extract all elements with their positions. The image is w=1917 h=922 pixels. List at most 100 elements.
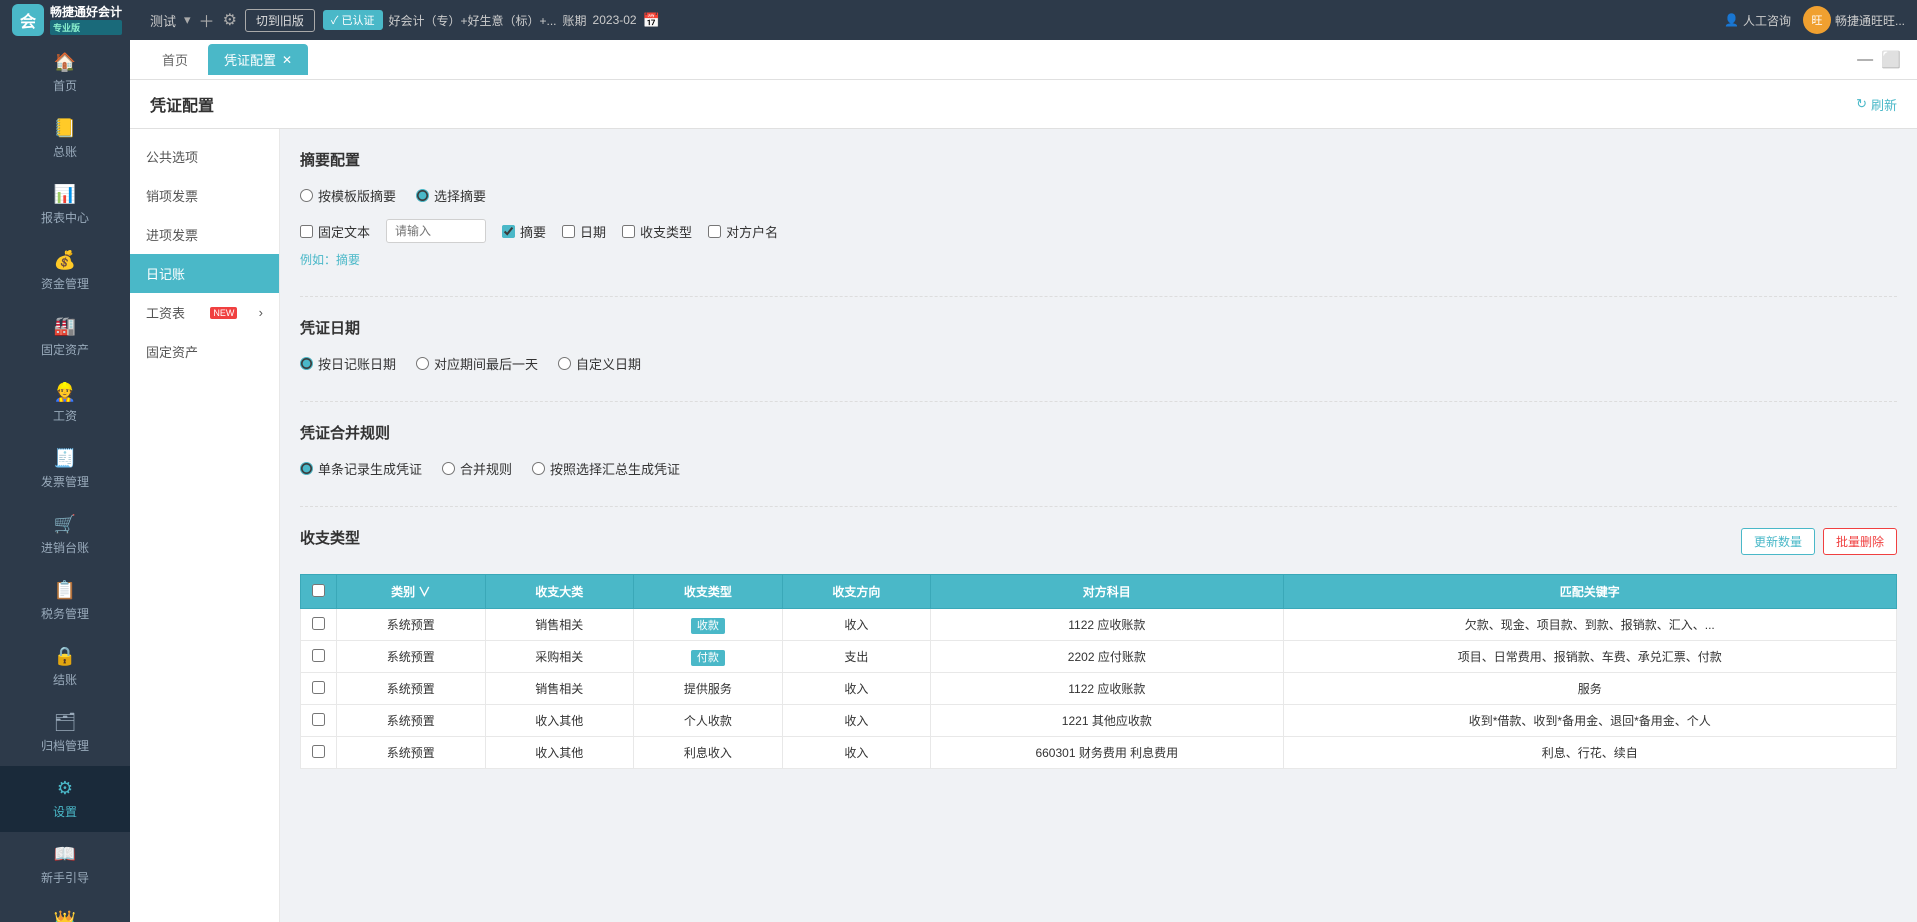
cell-keywords-0: 欠款、现金、项目款、到款、报销款、汇入、... [1283, 609, 1897, 641]
sidebar-label-funds: 资金管理 [41, 275, 89, 292]
config-area: 摘要配置 按模板版摘要 选择摘要 [280, 129, 1917, 922]
row-checkbox-3[interactable] [312, 713, 325, 726]
sidebar-label-settings: 设置 [53, 803, 77, 820]
radio-template-label: 按模板版摘要 [318, 186, 396, 205]
sidebar-label-home: 首页 [53, 77, 77, 94]
cell-account-4: 660301 财务费用 利息费用 [931, 737, 1283, 769]
nav-item-purchase-invoice[interactable]: 进项发票 [130, 215, 279, 254]
cell-category-0: 系统预置 [337, 609, 486, 641]
nav-item-journal[interactable]: 日记账 [130, 254, 279, 293]
table-row: 系统预置销售相关提供服务收入1122 应收账款服务 [301, 673, 1897, 705]
radio-template-summary[interactable]: 按模板版摘要 [300, 186, 396, 205]
maximize-button[interactable]: ⬜ [1881, 50, 1901, 70]
minimize-button[interactable]: — [1857, 50, 1873, 70]
cell-direction-3: 收入 [782, 705, 931, 737]
cell-keywords-2: 服务 [1283, 673, 1897, 705]
radio-custom-date-label: 自定义日期 [576, 354, 641, 373]
row-checkbox-2[interactable] [312, 681, 325, 694]
update-button[interactable]: 更新数量 [1741, 528, 1815, 555]
batch-delete-button[interactable]: 批量删除 [1823, 528, 1897, 555]
check-income-type-label: 收支类型 [640, 222, 692, 241]
add-icon[interactable]: ＋ [199, 8, 215, 32]
tab-voucher-config[interactable]: 凭证配置 ✕ [208, 44, 308, 75]
workspace-arrow-icon[interactable]: ▾ [184, 12, 191, 28]
sidebar-item-funds[interactable]: 💰 资金管理 [0, 238, 130, 304]
cell-account-0: 1122 应收账款 [931, 609, 1283, 641]
topbar: 会 畅捷通好会计 专业版 测试 ▾ ＋ ⚙ 切到旧版 ✓ 已认证 好会计（专）+… [0, 0, 1917, 40]
row-checkbox-1[interactable] [312, 649, 325, 662]
cell-account-2: 1122 应收账款 [931, 673, 1283, 705]
cell-major-2: 销售相关 [485, 673, 634, 705]
radio-custom-date[interactable]: 自定义日期 [558, 354, 641, 373]
divider-3 [300, 506, 1897, 507]
calendar-icon[interactable]: 📅 [643, 12, 660, 29]
type-badge-0[interactable]: 收款 [691, 618, 725, 634]
check-counterpart-label: 对方户名 [726, 222, 778, 241]
check-date-label: 日期 [580, 222, 606, 241]
row-checkbox-4[interactable] [312, 745, 325, 758]
sidebar-label-invoice: 发票管理 [41, 473, 89, 490]
user-area[interactable]: 旺 畅捷通旺旺... [1803, 6, 1905, 34]
switch-version-button[interactable]: 切到旧版 [245, 9, 315, 32]
row-checkbox-0[interactable] [312, 617, 325, 630]
summary-config-title: 摘要配置 [300, 149, 1897, 170]
nav-item-fixed-assets[interactable]: 固定资产 [130, 332, 279, 371]
merge-rule-section: 凭证合并规则 单条记录生成凭证 合并规则 按照选择汇总生成凭证 [300, 422, 1897, 478]
cell-type-4: 利息收入 [634, 737, 783, 769]
tab-home[interactable]: 首页 [146, 44, 204, 75]
radio-summary-label: 按照选择汇总生成凭证 [550, 459, 680, 478]
sidebar-item-settings[interactable]: ⚙ 设置 [0, 766, 130, 832]
service-icon: 👤 [1724, 13, 1739, 27]
income-expense-table: 类别 ∨ 收支大类 收支类型 收支方向 对方科目 匹配关键字 系统预置销售相关收… [300, 574, 1897, 769]
cell-type-0: 收款 [634, 609, 783, 641]
check-income-type[interactable]: 收支类型 [622, 222, 692, 241]
th-keywords: 匹配关键字 [1283, 575, 1897, 609]
sidebar-item-member[interactable]: 👑 畅会员 [0, 898, 130, 922]
cell-keywords-3: 收到*借款、收到*备用金、退回*备用金、个人 [1283, 705, 1897, 737]
settings-icon[interactable]: ⚙ [223, 10, 237, 30]
check-summary[interactable]: 摘要 [502, 222, 546, 241]
radio-period-last[interactable]: 对应期间最后一天 [416, 354, 538, 373]
table-actions: 更新数量 批量删除 [1741, 528, 1897, 555]
tab-close-icon[interactable]: ✕ [282, 53, 292, 67]
income-expense-section: 收支类型 更新数量 批量删除 类别 ∨ [300, 527, 1897, 769]
radio-summary-generate[interactable]: 按照选择汇总生成凭证 [532, 459, 680, 478]
sidebar-item-reports[interactable]: 📊 报表中心 [0, 172, 130, 238]
sidebar-item-tax[interactable]: 📋 税务管理 [0, 568, 130, 634]
radio-journal-date[interactable]: 按日记账日期 [300, 354, 396, 373]
sidebar-label-close: 结账 [53, 671, 77, 688]
sidebar-item-ledger[interactable]: 📒 总账 [0, 106, 130, 172]
sidebar-item-guide[interactable]: 📖 新手引导 [0, 832, 130, 898]
sidebar-item-home[interactable]: 🏠 首页 [0, 40, 130, 106]
sidebar-item-close[interactable]: 🔒 结账 [0, 634, 130, 700]
check-fixed-text[interactable]: 固定文本 [300, 222, 370, 241]
tax-icon: 📋 [54, 580, 76, 601]
radio-merge-rule[interactable]: 合并规则 [442, 459, 512, 478]
workspace-name: 测试 [150, 11, 176, 30]
example-text: 例如：摘要 [300, 251, 1897, 268]
radio-select-summary[interactable]: 选择摘要 [416, 186, 486, 205]
radio-single-record[interactable]: 单条记录生成凭证 [300, 459, 422, 478]
refresh-button[interactable]: ↻ 刷新 [1856, 95, 1897, 114]
nav-item-sales-invoice[interactable]: 销项发票 [130, 176, 279, 215]
guide-icon: 📖 [54, 844, 76, 865]
sidebar-item-payroll[interactable]: 👷 工资 [0, 370, 130, 436]
cell-direction-0: 收入 [782, 609, 931, 641]
type-badge-1[interactable]: 付款 [691, 650, 725, 666]
cell-account-3: 1221 其他应收款 [931, 705, 1283, 737]
cell-direction-1: 支出 [782, 641, 931, 673]
sidebar-item-assets[interactable]: 🏭 固定资产 [0, 304, 130, 370]
reports-icon: 📊 [54, 184, 76, 205]
nav-item-public[interactable]: 公共选项 [130, 137, 279, 176]
fixed-text-input[interactable] [386, 219, 486, 243]
service-button[interactable]: 👤 人工咨询 [1724, 12, 1791, 29]
page-title: 凭证配置 [150, 92, 214, 116]
sidebar-item-purchase[interactable]: 🛒 进销台账 [0, 502, 130, 568]
sidebar-item-invoice[interactable]: 🧾 发票管理 [0, 436, 130, 502]
check-counterpart[interactable]: 对方户名 [708, 222, 778, 241]
nav-item-payroll[interactable]: 工资表NEW › [130, 293, 279, 332]
cell-category-2: 系统预置 [337, 673, 486, 705]
select-all-checkbox[interactable] [312, 584, 325, 597]
sidebar-item-archive[interactable]: 🗂 归档管理 [0, 700, 130, 766]
check-date[interactable]: 日期 [562, 222, 606, 241]
